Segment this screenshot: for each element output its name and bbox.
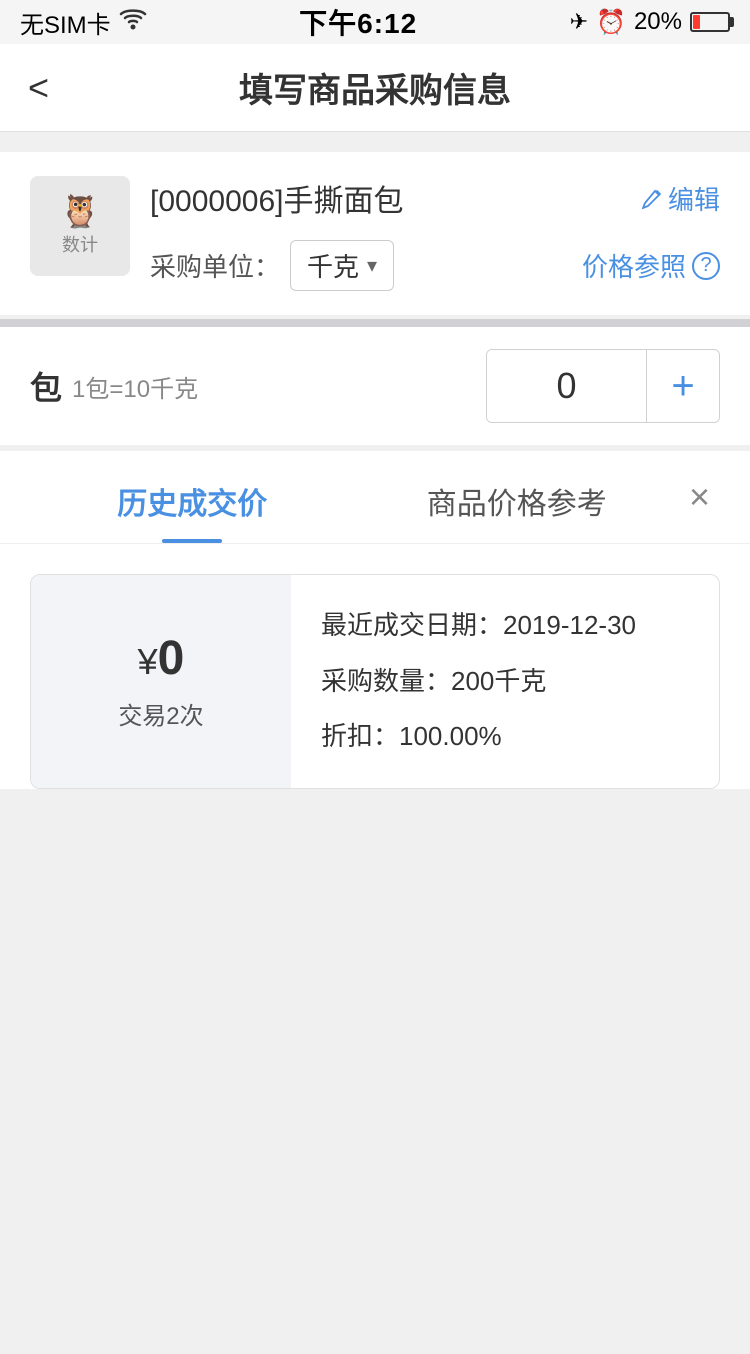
quantity-label: 包 1包=10千克 — [30, 363, 198, 409]
recent-date-label: 最近成交日期： — [321, 610, 503, 640]
history-detail-section: 最近成交日期：2019-12-30 采购数量：200千克 折扣：100.00% — [291, 575, 719, 788]
history-price: ¥0 — [138, 631, 185, 686]
tab-active-indicator — [162, 539, 222, 543]
currency-symbol: ¥ — [138, 641, 158, 682]
history-price-section: ¥0 交易2次 — [31, 575, 291, 788]
product-thumbnail-label: 数计 — [62, 231, 98, 257]
price-ref-button[interactable]: 价格参照 ? — [582, 247, 720, 284]
location-icon: ✈ — [570, 9, 588, 35]
discount-row: 折扣：100.00% — [321, 716, 689, 758]
product-info: [0000006]手撕面包 编辑 采购单位： 千克 — [150, 176, 720, 291]
discount-label: 折扣： — [321, 721, 399, 751]
tabs-header: 历史成交价 商品价格参考 × — [0, 451, 750, 544]
wifi-icon — [119, 8, 147, 37]
product-name-text: 手撕面包 — [283, 185, 403, 218]
product-image: 🦉 数计 — [30, 176, 130, 276]
price-ref-info-icon: ? — [692, 252, 720, 280]
tab-history-price-label: 历史成交价 — [117, 488, 267, 521]
battery-percent: 20% — [634, 8, 682, 36]
status-time: 下午6:12 — [299, 2, 417, 42]
quantity-value[interactable]: 0 — [487, 350, 647, 422]
back-button[interactable]: < — [28, 67, 49, 109]
battery-icon — [690, 12, 730, 32]
product-header: 🦉 数计 [0000006]手撕面包 编辑 — [30, 176, 720, 291]
purchase-unit-row: 采购单位： 千克 ▾ 价格参照 ? — [150, 240, 720, 291]
unit-dropdown-arrow: ▾ — [367, 253, 377, 278]
recent-date-value: 2019-12-30 — [503, 610, 636, 640]
tabs-panel: 历史成交价 商品价格参考 × ¥0 交易2次 最近成交日期：2019-12-30 — [0, 451, 750, 789]
purchase-qty-value: 200千克 — [451, 666, 546, 696]
recent-date-row: 最近成交日期：2019-12-30 — [321, 605, 689, 647]
product-card: 🦉 数计 [0000006]手撕面包 编辑 — [0, 152, 750, 315]
quantity-input-group: 0 + — [486, 349, 720, 423]
quantity-unit-badge: 包 — [30, 363, 62, 409]
tab-product-price-ref[interactable]: 商品价格参考 — [354, 451, 678, 543]
quantity-plus-button[interactable]: + — [647, 350, 719, 422]
quantity-unit-hint: 1包=10千克 — [72, 369, 198, 404]
purchase-qty-row: 采购数量：200千克 — [321, 661, 689, 703]
unit-value: 千克 — [307, 247, 359, 284]
quantity-row: 包 1包=10千克 0 + — [0, 327, 750, 445]
edit-button[interactable]: 编辑 — [642, 180, 720, 217]
product-id: [0000006] — [150, 185, 283, 218]
status-right: ✈ ⏰ 20% — [570, 8, 730, 37]
product-thumbnail-icon: 🦉 — [60, 195, 100, 227]
trade-count: 交易2次 — [118, 696, 203, 731]
purchase-qty-label: 采购数量： — [321, 666, 451, 696]
purchase-unit-label: 采购单位： — [150, 247, 280, 284]
status-left: 无SIM卡 — [20, 5, 147, 40]
tab-product-price-ref-label: 商品价格参考 — [427, 488, 607, 521]
section-divider — [0, 319, 750, 327]
product-name: [0000006]手撕面包 — [150, 176, 403, 220]
carrier-text: 无SIM卡 — [20, 5, 111, 40]
discount-value: 100.00% — [399, 721, 502, 751]
history-card: ¥0 交易2次 最近成交日期：2019-12-30 采购数量：200千克 折扣：… — [30, 574, 720, 789]
unit-select[interactable]: 千克 ▾ — [290, 240, 394, 291]
product-title-row: [0000006]手撕面包 编辑 — [150, 176, 720, 220]
page-title: 填写商品采购信息 — [239, 63, 511, 112]
main-content: 🦉 数计 [0000006]手撕面包 编辑 — [0, 152, 750, 1354]
tab-history-price[interactable]: 历史成交价 — [30, 451, 354, 543]
status-bar: 无SIM卡 下午6:12 ✈ ⏰ 20% — [0, 0, 750, 44]
tab-close-button[interactable]: × — [679, 459, 720, 535]
nav-bar: < 填写商品采购信息 — [0, 44, 750, 132]
price-value: 0 — [158, 632, 185, 685]
price-ref-label: 价格参照 — [582, 247, 686, 284]
edit-icon — [642, 187, 664, 209]
alarm-icon: ⏰ — [596, 8, 626, 37]
